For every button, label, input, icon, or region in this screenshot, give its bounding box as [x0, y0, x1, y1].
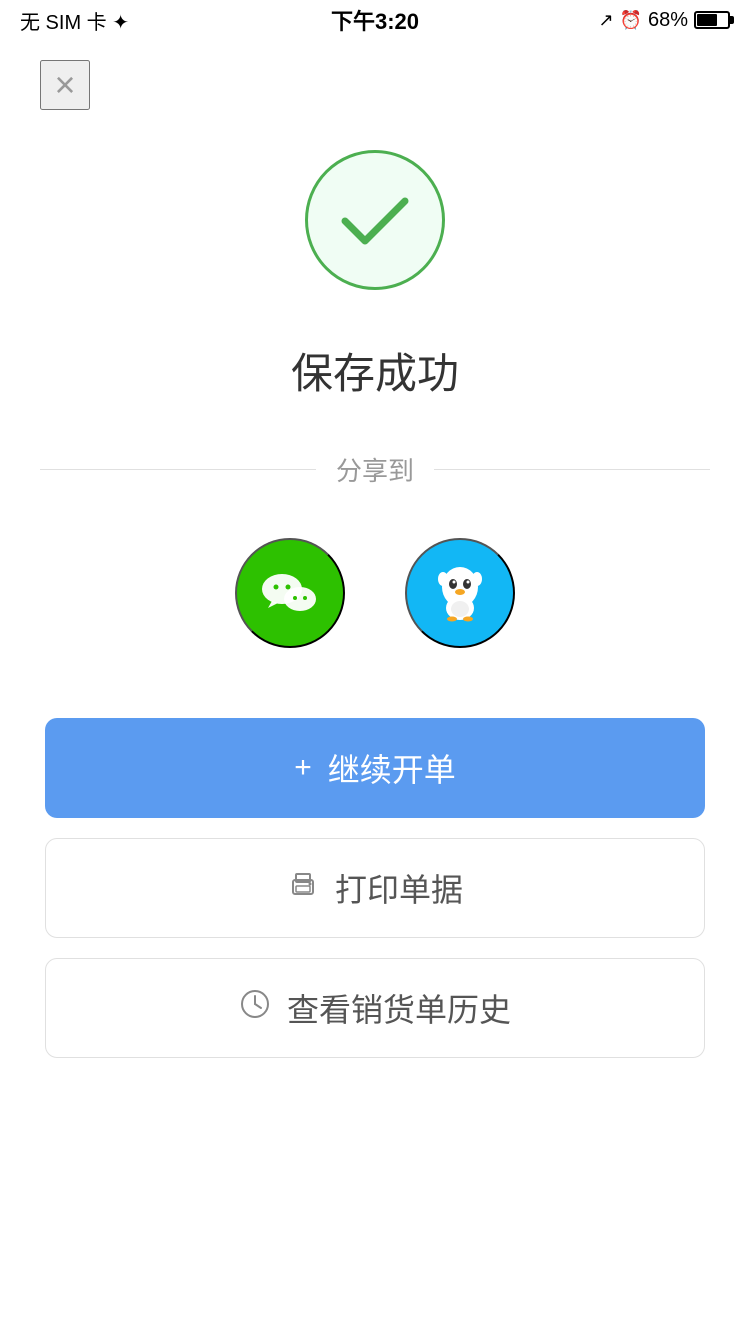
- sim-label: 无 SIM 卡 ✦: [20, 6, 129, 35]
- clock-icon: [239, 988, 271, 1028]
- status-time: 下午3:20: [331, 4, 419, 36]
- wechat-icon: [258, 561, 323, 626]
- print-icon: [287, 868, 319, 908]
- close-button[interactable]: ×: [40, 60, 90, 110]
- qq-share-button[interactable]: [405, 538, 515, 648]
- success-title: 保存成功: [291, 340, 459, 401]
- continue-button[interactable]: + 继续开单: [45, 718, 705, 818]
- main-content: × 保存成功 分享到: [0, 40, 750, 1118]
- battery-percent: 68%: [648, 9, 688, 32]
- status-bar: 无 SIM 卡 ✦ 下午3:20 ↗ ⏰ 68%: [0, 0, 750, 40]
- wechat-share-button[interactable]: [235, 538, 345, 648]
- history-button[interactable]: 查看销货单历史: [45, 958, 705, 1058]
- alarm-icon: ⏰: [620, 10, 642, 31]
- close-icon: ×: [54, 67, 75, 103]
- success-circle: [305, 150, 445, 290]
- status-right: ↗ ⏰ 68%: [598, 9, 730, 32]
- continue-label: 继续开单: [328, 745, 456, 791]
- qq-icon: [428, 561, 493, 626]
- checkmark-icon: [340, 193, 410, 248]
- action-buttons: + 继续开单 打印单据 查看销货单历史: [45, 718, 705, 1058]
- history-label: 查看销货单历史: [287, 985, 511, 1031]
- print-label: 打印单据: [335, 865, 463, 911]
- plus-icon: +: [294, 751, 312, 785]
- print-button[interactable]: 打印单据: [45, 838, 705, 938]
- share-divider: 分享到: [0, 451, 750, 488]
- location-icon: ↗: [598, 10, 613, 31]
- share-icons: [235, 538, 515, 648]
- status-left: 无 SIM 卡 ✦: [20, 6, 129, 35]
- share-label: 分享到: [316, 451, 434, 488]
- battery-icon: [694, 11, 730, 29]
